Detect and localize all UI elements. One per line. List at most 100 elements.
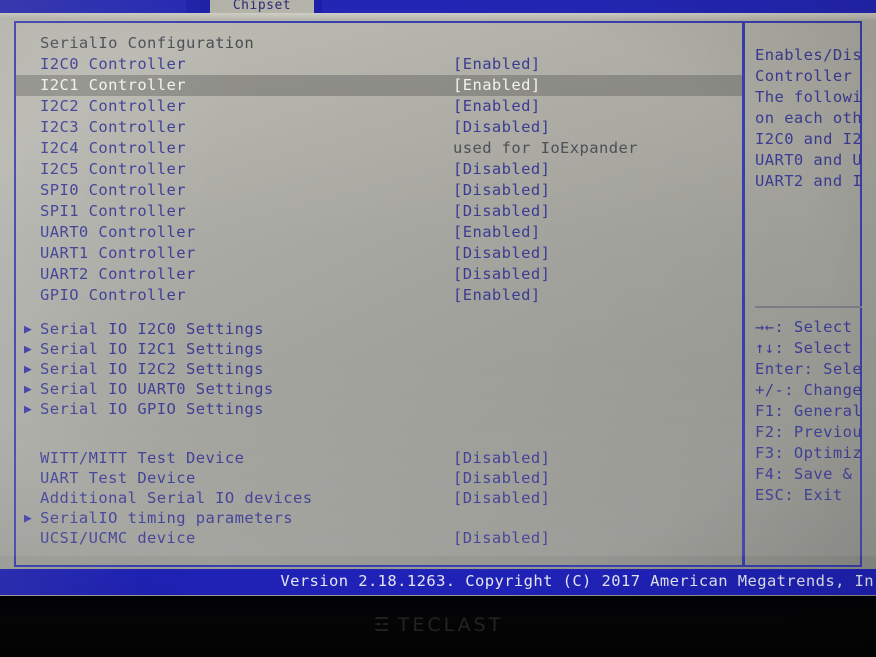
- monitor-bezel: ☲ TECLAST: [0, 596, 876, 657]
- menu-item-option[interactable]: I2C1 Controller [Enabled]: [16, 75, 742, 96]
- menu-item-option[interactable]: Additional Serial IO devices [Disabled]: [16, 488, 742, 509]
- menu-item-value[interactable]: [Enabled]: [453, 75, 541, 96]
- help-description-line: Controller: [755, 67, 853, 85]
- menu-item-value[interactable]: [Disabled]: [453, 180, 550, 201]
- menu-item-value[interactable]: [Disabled]: [453, 243, 550, 264]
- menu-item-label: Serial IO I2C0 Settings: [40, 320, 264, 338]
- setup-frame: SerialIo Configuration I2C0 Controller [En…: [14, 21, 862, 567]
- menu-item-label: UART2 Controller: [40, 265, 196, 283]
- menu-item-label: Additional Serial IO devices: [40, 489, 313, 507]
- menu-item-submenu[interactable]: ▶ SerialIO timing parameters: [16, 508, 742, 529]
- menu-item-value[interactable]: [Disabled]: [453, 488, 550, 509]
- menu-item-label: Serial IO I2C1 Settings: [40, 340, 264, 358]
- menu-item-label: I2C0 Controller: [40, 55, 186, 73]
- menu-item-value[interactable]: [Enabled]: [453, 96, 541, 117]
- tab-bar-left-filler: [0, 0, 186, 13]
- menu-item-option[interactable]: SPI1 Controller [Disabled]: [16, 201, 742, 222]
- help-description-line: The followin: [755, 88, 862, 106]
- menu-item-submenu[interactable]: ▶ Serial IO UART0 Settings: [16, 379, 742, 400]
- menu-item-note: used for IoExpander: [453, 139, 638, 157]
- menu-item-option[interactable]: UART Test Device [Disabled]: [16, 468, 742, 489]
- submenu-arrow-icon: ▶: [24, 402, 32, 417]
- tab-bar-seam: [0, 13, 876, 20]
- menu-item-label: GPIO Controller: [40, 286, 186, 304]
- menu-item-value[interactable]: [Disabled]: [453, 528, 550, 549]
- section-title: SerialIo Configuration: [16, 33, 742, 54]
- menu-item-label: I2C2 Controller: [40, 97, 186, 115]
- menu-item-label: SPI0 Controller: [40, 181, 186, 199]
- submenu-arrow-icon: ▶: [24, 342, 32, 357]
- menu-item-label: UART1 Controller: [40, 244, 196, 262]
- brand-name: TECLAST: [397, 614, 504, 636]
- menu-item-option[interactable]: UART2 Controller [Disabled]: [16, 264, 742, 285]
- menu-item-option[interactable]: I2C5 Controller [Disabled]: [16, 159, 742, 180]
- key-legend-line: F4: Save & E: [755, 465, 862, 483]
- submenu-arrow-icon: ▶: [24, 322, 32, 337]
- menu-item-label: UART0 Controller: [40, 223, 196, 241]
- key-legend-line: ↑↓: Select I: [755, 339, 862, 357]
- menu-item-option[interactable]: I2C3 Controller [Disabled]: [16, 117, 742, 138]
- help-description-line: I2C0 and I2C: [755, 130, 862, 148]
- help-divider: [755, 306, 862, 308]
- menu-item-option[interactable]: UART0 Controller [Enabled]: [16, 222, 742, 243]
- key-legend-line: +/-: Change: [755, 381, 862, 399]
- menu-item-option[interactable]: WITT/MITT Test Device [Disabled]: [16, 448, 742, 469]
- menu-item-value[interactable]: [Enabled]: [453, 285, 541, 306]
- key-legend-line: F2: Previous: [755, 423, 862, 441]
- tab-bar-right-filler: [322, 0, 876, 13]
- menu-item-submenu[interactable]: ▶ Serial IO I2C1 Settings: [16, 339, 742, 360]
- help-description-line: UART2 and I2: [755, 172, 862, 190]
- footer-bar: Version 2.18.1263. Copyright (C) 2017 Am…: [0, 569, 876, 595]
- section-title-label: SerialIo Configuration: [40, 34, 255, 52]
- bios-version-text: Version 2.18.1263. Copyright (C) 2017 Am…: [280, 572, 874, 590]
- submenu-arrow-icon: ▶: [24, 511, 32, 526]
- menu-item-label: UCSI/UCMC device: [40, 529, 196, 547]
- help-description-line: Enables/Disa: [755, 46, 862, 64]
- help-description-line: UART0 and UA: [755, 151, 862, 169]
- menu-item-option[interactable]: I2C2 Controller [Enabled]: [16, 96, 742, 117]
- key-legend-line: F3: Optimize: [755, 444, 862, 462]
- brand-mark-icon: ☲: [373, 614, 392, 636]
- help-description-line: on each othe: [755, 109, 862, 127]
- menu-item-value[interactable]: [Disabled]: [453, 117, 550, 138]
- menu-item-label: I2C3 Controller: [40, 118, 186, 136]
- brand-logo: ☲ TECLAST: [0, 614, 876, 636]
- menu-item-value[interactable]: [Disabled]: [453, 468, 550, 489]
- menu-item-option[interactable]: GPIO Controller [Enabled]: [16, 285, 742, 306]
- menu-item-label: SerialIO timing parameters: [40, 509, 294, 527]
- key-legend-line: F1: General: [755, 402, 862, 420]
- menu-item-label: I2C4 Controller: [40, 139, 186, 157]
- settings-pane: SerialIo Configuration I2C0 Controller [En…: [16, 23, 742, 565]
- menu-item-option[interactable]: I2C0 Controller [Enabled]: [16, 54, 742, 75]
- menu-item-value[interactable]: [Enabled]: [453, 222, 541, 243]
- menu-item-label: I2C5 Controller: [40, 160, 186, 178]
- menu-item-label: Serial IO I2C2 Settings: [40, 360, 264, 378]
- key-legend-line: ESC: Exit: [755, 486, 843, 504]
- bios-photo: Chipset SerialIo Configuration I2C0 Contr…: [0, 0, 876, 657]
- key-legend-line: →←: Select S: [755, 318, 862, 336]
- menu-item-submenu[interactable]: ▶ Serial IO GPIO Settings: [16, 399, 742, 420]
- bios-screen: Chipset SerialIo Configuration I2C0 Contr…: [0, 0, 876, 596]
- menu-item-value[interactable]: [Disabled]: [453, 159, 550, 180]
- menu-item-option[interactable]: SPI0 Controller [Disabled]: [16, 180, 742, 201]
- submenu-arrow-icon: ▶: [24, 382, 32, 397]
- menu-item-value[interactable]: [Disabled]: [453, 448, 550, 469]
- menu-tab-bar: Chipset: [0, 0, 876, 13]
- menu-item-value[interactable]: [Disabled]: [453, 201, 550, 222]
- menu-item-label: SPI1 Controller: [40, 202, 186, 220]
- help-pane: Enables/Disa Controller The followin on eac…: [745, 23, 862, 565]
- menu-item-option[interactable]: I2C4 Controller used for IoExpander: [16, 138, 742, 159]
- menu-item-label: I2C1 Controller: [40, 76, 186, 94]
- menu-item-value[interactable]: [Enabled]: [453, 54, 541, 75]
- menu-item-label: Serial IO UART0 Settings: [40, 380, 274, 398]
- menu-item-label: UART Test Device: [40, 469, 196, 487]
- menu-item-value[interactable]: [Disabled]: [453, 264, 550, 285]
- menu-item-submenu[interactable]: ▶ Serial IO I2C2 Settings: [16, 359, 742, 380]
- menu-item-label: WITT/MITT Test Device: [40, 449, 245, 467]
- tab-chipset[interactable]: Chipset: [210, 0, 314, 13]
- menu-item-option[interactable]: UCSI/UCMC device [Disabled]: [16, 528, 742, 549]
- submenu-arrow-icon: ▶: [24, 362, 32, 377]
- menu-item-option[interactable]: UART1 Controller [Disabled]: [16, 243, 742, 264]
- menu-item-label: Serial IO GPIO Settings: [40, 400, 264, 418]
- menu-item-submenu[interactable]: ▶ Serial IO I2C0 Settings: [16, 319, 742, 340]
